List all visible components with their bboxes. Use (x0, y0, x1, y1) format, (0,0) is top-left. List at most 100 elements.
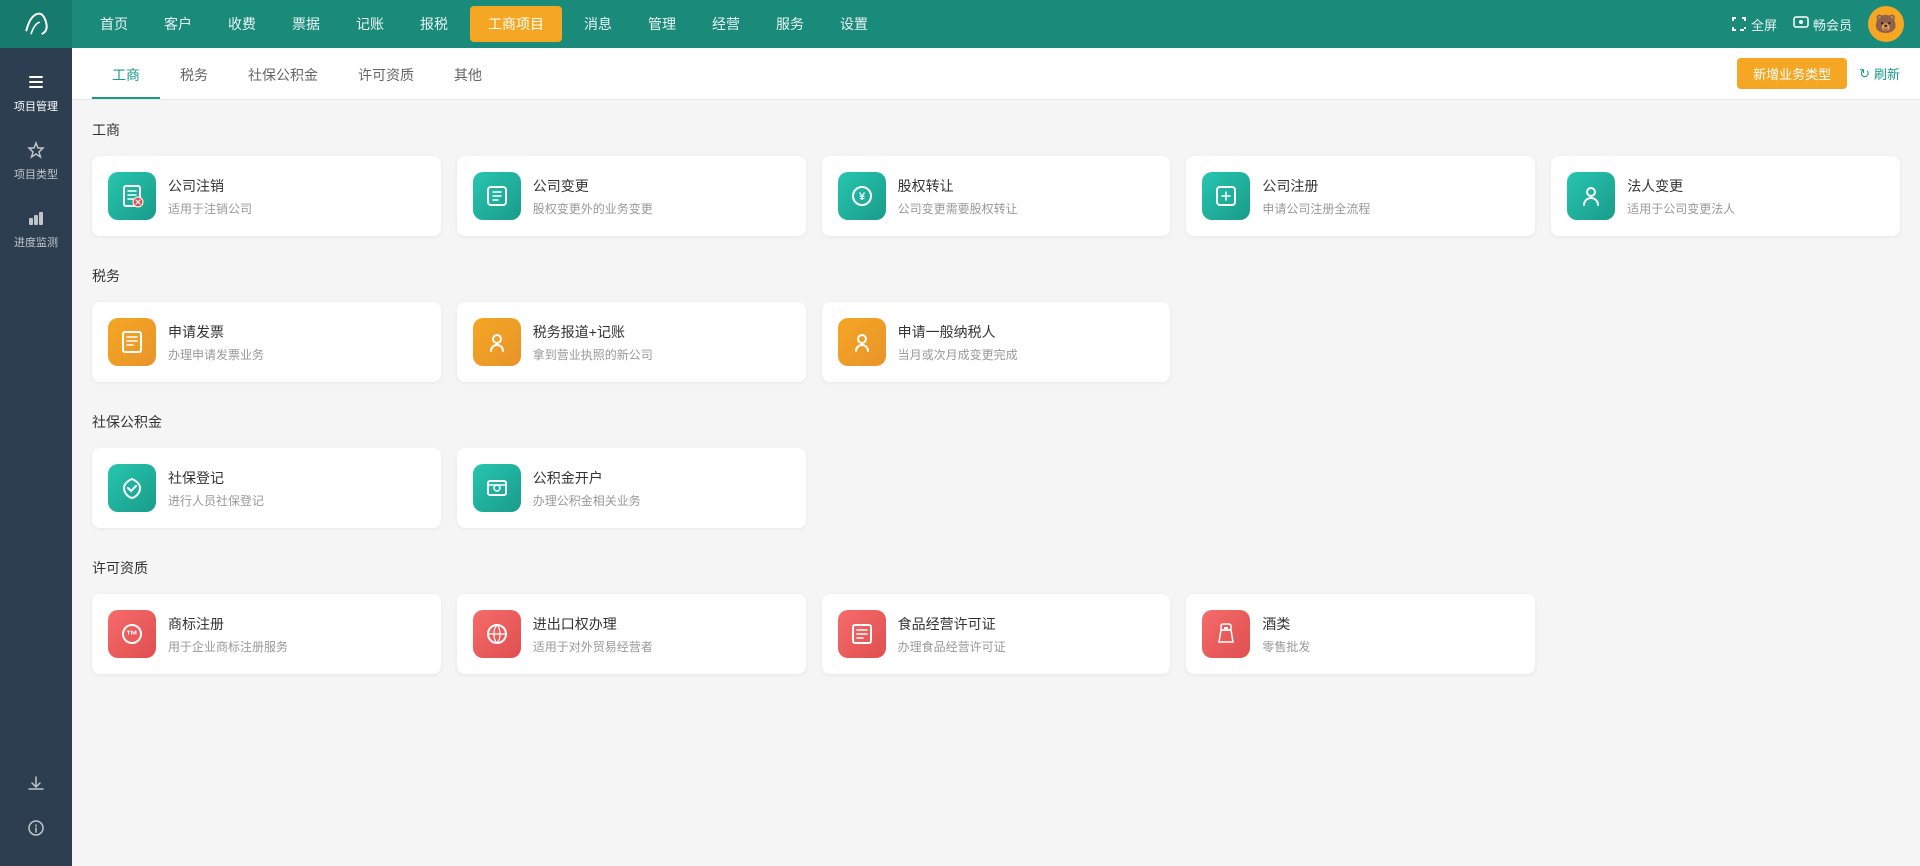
card-title: 进出口权办理 (533, 614, 790, 634)
nav-item-经营[interactable]: 经营 (694, 0, 758, 48)
svg-text:¥: ¥ (859, 191, 866, 203)
card-title: 公司注销 (168, 176, 425, 196)
section-工商: 工商公司注销适用于注销公司 公司变更股权变更外的业务变更 ¥股权转让公司变更需要股权… (92, 120, 1900, 236)
service-card-公司变更[interactable]: 公司变更股权变更外的业务变更 (457, 156, 806, 236)
card-content-食品经营许可证: 食品经营许可证办理食品经营许可证 (898, 614, 1155, 655)
nav-item-票据[interactable]: 票据 (274, 0, 338, 48)
nav-item-工商项目[interactable]: 工商项目 (470, 6, 562, 42)
card-title: 公积金开户 (533, 468, 790, 488)
card-icon-公司注册 (1202, 172, 1250, 220)
sidebar-item-progress[interactable]: 进度监测 (0, 194, 72, 262)
service-card-社保登记[interactable]: 社保登记进行人员社保登记 (92, 448, 441, 528)
fullscreen-btn[interactable]: 全屏 (1731, 15, 1777, 34)
section-许可资质: 许可资质™商标注册用于企业商标注册服务进出口权办理适用于对外贸易经营者食品经营许… (92, 558, 1900, 674)
sidebar-item-project-type[interactable]: 项目类型 (0, 126, 72, 194)
section-社保公积金: 社保公积金社保登记进行人员社保登记公积金开户办理公积金相关业务 (92, 412, 1900, 528)
nav-item-首页[interactable]: 首页 (82, 0, 146, 48)
main-layout: 项目管理 项目类型 进度监测 (0, 48, 1920, 866)
service-card-税务报道+记账[interactable]: 税务报道+记账拿到营业执照的新公司 (457, 302, 806, 382)
service-card-公司注销[interactable]: 公司注销适用于注销公司 (92, 156, 441, 236)
add-type-button[interactable]: 新增业务类型 (1737, 58, 1847, 89)
card-content-商标注册: 商标注册用于企业商标注册服务 (168, 614, 425, 655)
card-content-公积金开户: 公积金开户办理公积金相关业务 (533, 468, 790, 509)
service-card-酒类[interactable]: 酒类零售批发 (1186, 594, 1535, 674)
svg-text:™: ™ (126, 628, 138, 642)
service-card-公积金开户[interactable]: 公积金开户办理公积金相关业务 (457, 448, 806, 528)
sidebar-item-project-mgmt[interactable]: 项目管理 (0, 58, 72, 126)
list-icon (24, 70, 48, 94)
sidebar-bottom (26, 762, 46, 866)
card-desc: 办理公积金相关业务 (533, 492, 790, 509)
card-content-酒类: 酒类零售批发 (1262, 614, 1519, 655)
section-税务: 税务申请发票办理申请发票业务 税务报道+记账拿到营业执照的新公司 申请一般纳税人当月… (92, 266, 1900, 382)
card-content-社保登记: 社保登记进行人员社保登记 (168, 468, 425, 509)
card-desc: 当月或次月成变更完成 (898, 346, 1155, 363)
tab-工商[interactable]: 工商 (92, 65, 160, 99)
card-content-税务报道+记账: 税务报道+记账拿到营业执照的新公司 (533, 322, 790, 363)
service-card-食品经营许可证[interactable]: 食品经营许可证办理食品经营许可证 (822, 594, 1171, 674)
top-nav: 首页客户收费票据记账报税工商项目消息管理经营服务设置 全屏 畅会员 🐻 (0, 0, 1920, 48)
nav-item-设置[interactable]: 设置 (822, 0, 886, 48)
card-desc: 公司变更需要股权转让 (898, 200, 1155, 217)
card-icon-进出口权办理 (473, 610, 521, 658)
card-title: 申请发票 (168, 322, 425, 342)
sidebar-item-help[interactable] (26, 806, 46, 850)
nav-item-管理[interactable]: 管理 (630, 0, 694, 48)
nav-item-记账[interactable]: 记账 (338, 0, 402, 48)
cards-grid-税务: 申请发票办理申请发票业务 税务报道+记账拿到营业执照的新公司 申请一般纳税人当月或次… (92, 302, 1900, 382)
member-btn[interactable]: 畅会员 (1793, 15, 1852, 34)
chart-icon (24, 206, 48, 230)
card-title: 公司变更 (533, 176, 790, 196)
section-title: 工商 (92, 120, 1900, 140)
refresh-button[interactable]: ↻ 刷新 (1859, 64, 1900, 83)
tab-actions: 新增业务类型 ↻ 刷新 (1737, 58, 1900, 89)
card-icon-商标注册: ™ (108, 610, 156, 658)
cards-grid-工商: 公司注销适用于注销公司 公司变更股权变更外的业务变更 ¥股权转让公司变更需要股权转让… (92, 156, 1900, 236)
nav-item-客户[interactable]: 客户 (146, 0, 210, 48)
nav-item-服务[interactable]: 服务 (758, 0, 822, 48)
card-desc: 办理食品经营许可证 (898, 638, 1155, 655)
card-icon-公积金开户 (473, 464, 521, 512)
tab-社保公积金[interactable]: 社保公积金 (228, 65, 338, 99)
card-content-申请发票: 申请发票办理申请发票业务 (168, 322, 425, 363)
card-icon-社保登记 (108, 464, 156, 512)
card-content-申请一般纳税人: 申请一般纳税人当月或次月成变更完成 (898, 322, 1155, 363)
card-title: 法人变更 (1627, 176, 1884, 196)
card-content-公司注册: 公司注册申请公司注册全流程 (1262, 176, 1519, 217)
card-icon-公司变更 (473, 172, 521, 220)
card-title: 食品经营许可证 (898, 614, 1155, 634)
service-card-商标注册[interactable]: ™ 商标注册用于企业商标注册服务 (92, 594, 441, 674)
service-card-申请一般纳税人[interactable]: 申请一般纳税人当月或次月成变更完成 (822, 302, 1171, 382)
avatar[interactable]: 🐻 (1868, 6, 1904, 42)
tab-许可资质[interactable]: 许可资质 (338, 65, 434, 99)
service-card-公司注册[interactable]: 公司注册申请公司注册全流程 (1186, 156, 1535, 236)
content-area: 工商税务社保公积金许可资质其他 新增业务类型 ↻ 刷新 工商公司注销适用于注销公… (72, 48, 1920, 866)
refresh-icon: ↻ (1859, 66, 1870, 82)
nav-items: 首页客户收费票据记账报税工商项目消息管理经营服务设置 (72, 0, 1731, 48)
tab-其他[interactable]: 其他 (434, 65, 502, 99)
tab-bar: 工商税务社保公积金许可资质其他 新增业务类型 ↻ 刷新 (72, 48, 1920, 100)
service-card-进出口权办理[interactable]: 进出口权办理适用于对外贸易经营者 (457, 594, 806, 674)
card-desc: 适用于注销公司 (168, 200, 425, 217)
card-title: 税务报道+记账 (533, 322, 790, 342)
star-icon (24, 138, 48, 162)
card-icon-酒类 (1202, 610, 1250, 658)
service-card-法人变更[interactable]: 法人变更适用于公司变更法人 (1551, 156, 1900, 236)
service-card-股权转让[interactable]: ¥股权转让公司变更需要股权转让 (822, 156, 1171, 236)
nav-item-收费[interactable]: 收费 (210, 0, 274, 48)
card-desc: 申请公司注册全流程 (1262, 200, 1519, 217)
scroll-content[interactable]: 工商公司注销适用于注销公司 公司变更股权变更外的业务变更 ¥股权转让公司变更需要股权… (72, 100, 1920, 866)
card-icon-申请发票 (108, 318, 156, 366)
nav-right: 全屏 畅会员 🐻 (1731, 6, 1920, 42)
card-content-公司变更: 公司变更股权变更外的业务变更 (533, 176, 790, 217)
card-icon-申请一般纳税人 (838, 318, 886, 366)
sidebar-item-download[interactable] (26, 762, 46, 806)
card-title: 社保登记 (168, 468, 425, 488)
logo-area (0, 0, 72, 48)
nav-item-消息[interactable]: 消息 (566, 0, 630, 48)
section-title: 税务 (92, 266, 1900, 286)
tab-税务[interactable]: 税务 (160, 65, 228, 99)
nav-item-报税[interactable]: 报税 (402, 0, 466, 48)
cards-grid-许可资质: ™ 商标注册用于企业商标注册服务进出口权办理适用于对外贸易经营者 食品经营许可证办理… (92, 594, 1900, 674)
service-card-申请发票[interactable]: 申请发票办理申请发票业务 (92, 302, 441, 382)
